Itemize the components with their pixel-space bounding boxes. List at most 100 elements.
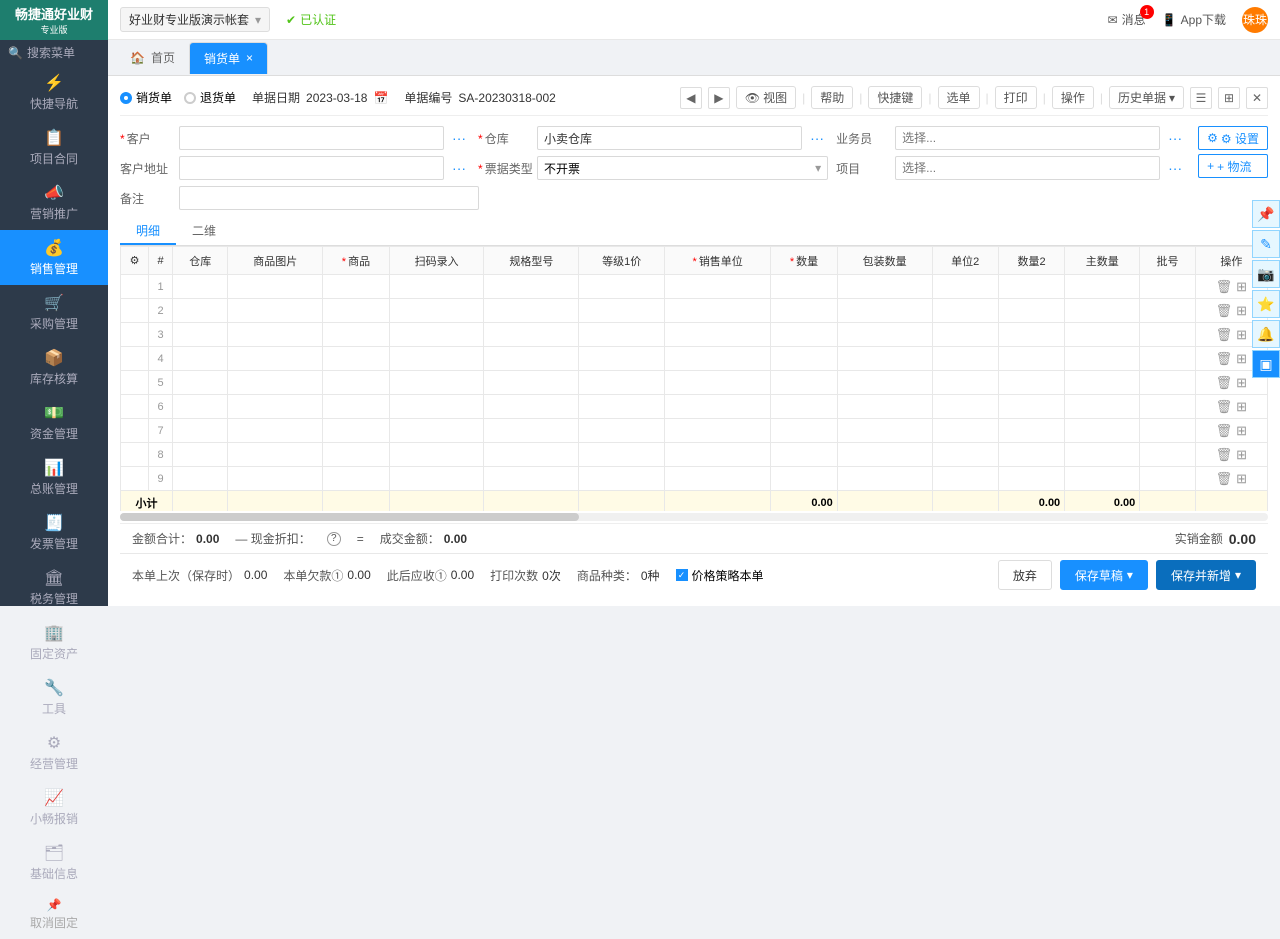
table-cell[interactable] (484, 347, 579, 371)
col-barcode-header[interactable]: 扫码录入 (389, 247, 484, 275)
table-cell[interactable] (771, 467, 838, 491)
table-cell[interactable] (228, 467, 323, 491)
company-selector[interactable]: 好业财专业版演示帐套 ▾ (120, 7, 270, 32)
copy-row-button[interactable]: ⊞ (1236, 447, 1247, 463)
sidebar-item-invoice[interactable]: 🧾 发票管理 (0, 505, 108, 560)
table-cell[interactable] (389, 323, 484, 347)
table-cell[interactable] (1065, 299, 1140, 323)
table-cell[interactable] (389, 467, 484, 491)
history-button[interactable]: 历史单据 ▾ (1109, 86, 1184, 109)
table-scroll-area[interactable]: ⚙ # 仓库 商品图片 商品 扫码录入 规格型号 等级1价 销售单位 数量 包装… (120, 246, 1268, 511)
delete-row-button[interactable]: 🗑 (1216, 447, 1233, 463)
table-cell[interactable] (837, 275, 932, 299)
table-cell[interactable] (579, 299, 665, 323)
save-draft-button[interactable]: 保存草稿 ▾ (1060, 560, 1148, 590)
horizontal-scrollbar[interactable] (120, 513, 1268, 521)
table-cell[interactable] (771, 371, 838, 395)
table-cell[interactable] (228, 419, 323, 443)
sidebar-item-reports[interactable]: 📈 小畅报销 (0, 780, 108, 835)
table-cell[interactable] (837, 299, 932, 323)
copy-row-button[interactable]: ⊞ (1236, 351, 1247, 367)
copy-row-button[interactable]: ⊞ (1236, 327, 1247, 343)
table-cell[interactable] (579, 371, 665, 395)
help-button[interactable]: 帮助 (811, 86, 853, 109)
salesperson-dots-button[interactable]: ··· (1164, 130, 1186, 146)
table-cell[interactable] (837, 419, 932, 443)
table-cell[interactable] (323, 467, 390, 491)
table-cell[interactable] (932, 467, 998, 491)
abandon-button[interactable]: 放弃 (998, 560, 1052, 590)
user-avatar[interactable]: 珠珠 (1242, 7, 1268, 33)
sidebar-item-project[interactable]: 📋 项目合同 (0, 120, 108, 175)
table-cell[interactable] (932, 443, 998, 467)
copy-row-button[interactable]: ⊞ (1236, 399, 1247, 415)
table-cell[interactable] (323, 347, 390, 371)
table-cell[interactable] (228, 371, 323, 395)
table-cell[interactable] (323, 299, 390, 323)
table-cell[interactable] (323, 395, 390, 419)
table-cell[interactable] (1065, 395, 1140, 419)
table-cell[interactable] (228, 395, 323, 419)
delete-row-button[interactable]: 🗑 (1216, 327, 1233, 343)
table-cell[interactable] (932, 371, 998, 395)
sidebar-item-tools[interactable]: 🔧 工具 (0, 670, 108, 725)
col-product-img-header[interactable]: 商品图片 (228, 247, 323, 275)
table-cell[interactable] (484, 467, 579, 491)
sidebar-item-sales[interactable]: 💰 销售管理 (0, 230, 108, 285)
sidebar-item-fixed-assets[interactable]: 🏢 固定资产 (0, 615, 108, 670)
sidebar-item-tax[interactable]: 🏛 税务管理 (0, 560, 108, 615)
price-policy-item[interactable]: 价格策略本单 (676, 567, 764, 584)
table-cell[interactable] (771, 299, 838, 323)
price-policy-checkbox[interactable] (676, 569, 688, 581)
sidebar-item-inventory[interactable]: 📦 库存核算 (0, 340, 108, 395)
table-cell[interactable] (1065, 371, 1140, 395)
delete-row-button[interactable]: 🗑 (1216, 303, 1233, 319)
tab-sales-order[interactable]: 销货单 × (189, 42, 268, 74)
copy-row-button[interactable]: ⊞ (1236, 375, 1247, 391)
app-download-button[interactable]: 📱 App下载 (1162, 11, 1226, 28)
table-cell[interactable] (771, 347, 838, 371)
table-cell[interactable] (1140, 467, 1195, 491)
table-cell[interactable] (932, 347, 998, 371)
table-cell[interactable] (579, 395, 665, 419)
table-cell[interactable] (665, 395, 771, 419)
table-cell[interactable] (484, 395, 579, 419)
table-cell[interactable] (173, 443, 228, 467)
table-cell[interactable] (323, 371, 390, 395)
project-dots-button[interactable]: ··· (1164, 160, 1186, 176)
customer-dots-button[interactable]: ··· (448, 130, 470, 146)
save-new-dropdown-icon[interactable]: ▾ (1235, 568, 1241, 582)
table-cell[interactable] (665, 443, 771, 467)
table-cell[interactable] (771, 323, 838, 347)
table-cell[interactable] (173, 299, 228, 323)
table-cell[interactable] (389, 299, 484, 323)
table-cell[interactable] (579, 443, 665, 467)
radio-sales[interactable]: 销货单 (120, 89, 172, 106)
delete-row-button[interactable]: 🗑 (1216, 279, 1233, 295)
table-cell[interactable] (1065, 467, 1140, 491)
table-cell[interactable] (1140, 443, 1195, 467)
customer-addr-input[interactable] (179, 156, 444, 180)
delete-row-button[interactable]: 🗑 (1216, 471, 1233, 487)
table-cell[interactable] (1140, 347, 1195, 371)
sidebar-item-accounting[interactable]: 📊 总账管理 (0, 450, 108, 505)
table-cell[interactable] (173, 347, 228, 371)
table-cell[interactable] (837, 347, 932, 371)
sidebar-item-purchase[interactable]: 🛒 采购管理 (0, 285, 108, 340)
warehouse-input[interactable] (537, 126, 802, 150)
table-cell[interactable] (484, 419, 579, 443)
table-cell[interactable] (484, 443, 579, 467)
col-price1-header[interactable]: 等级1价 (579, 247, 665, 275)
right-panel-btn-bell[interactable]: 🔔 (1252, 320, 1280, 348)
table-cell[interactable] (932, 395, 998, 419)
right-panel-btn-edit[interactable]: ✎ (1252, 230, 1280, 258)
table-cell[interactable] (1140, 275, 1195, 299)
table-cell[interactable] (173, 419, 228, 443)
remark-input[interactable] (179, 186, 479, 210)
table-cell[interactable] (998, 443, 1064, 467)
tab-close-icon[interactable]: × (246, 51, 253, 65)
table-cell[interactable] (1065, 323, 1140, 347)
sidebar-item-quick-nav[interactable]: ⚡ 快捷导航 (0, 65, 108, 120)
table-cell[interactable] (837, 443, 932, 467)
table-cell[interactable] (837, 395, 932, 419)
